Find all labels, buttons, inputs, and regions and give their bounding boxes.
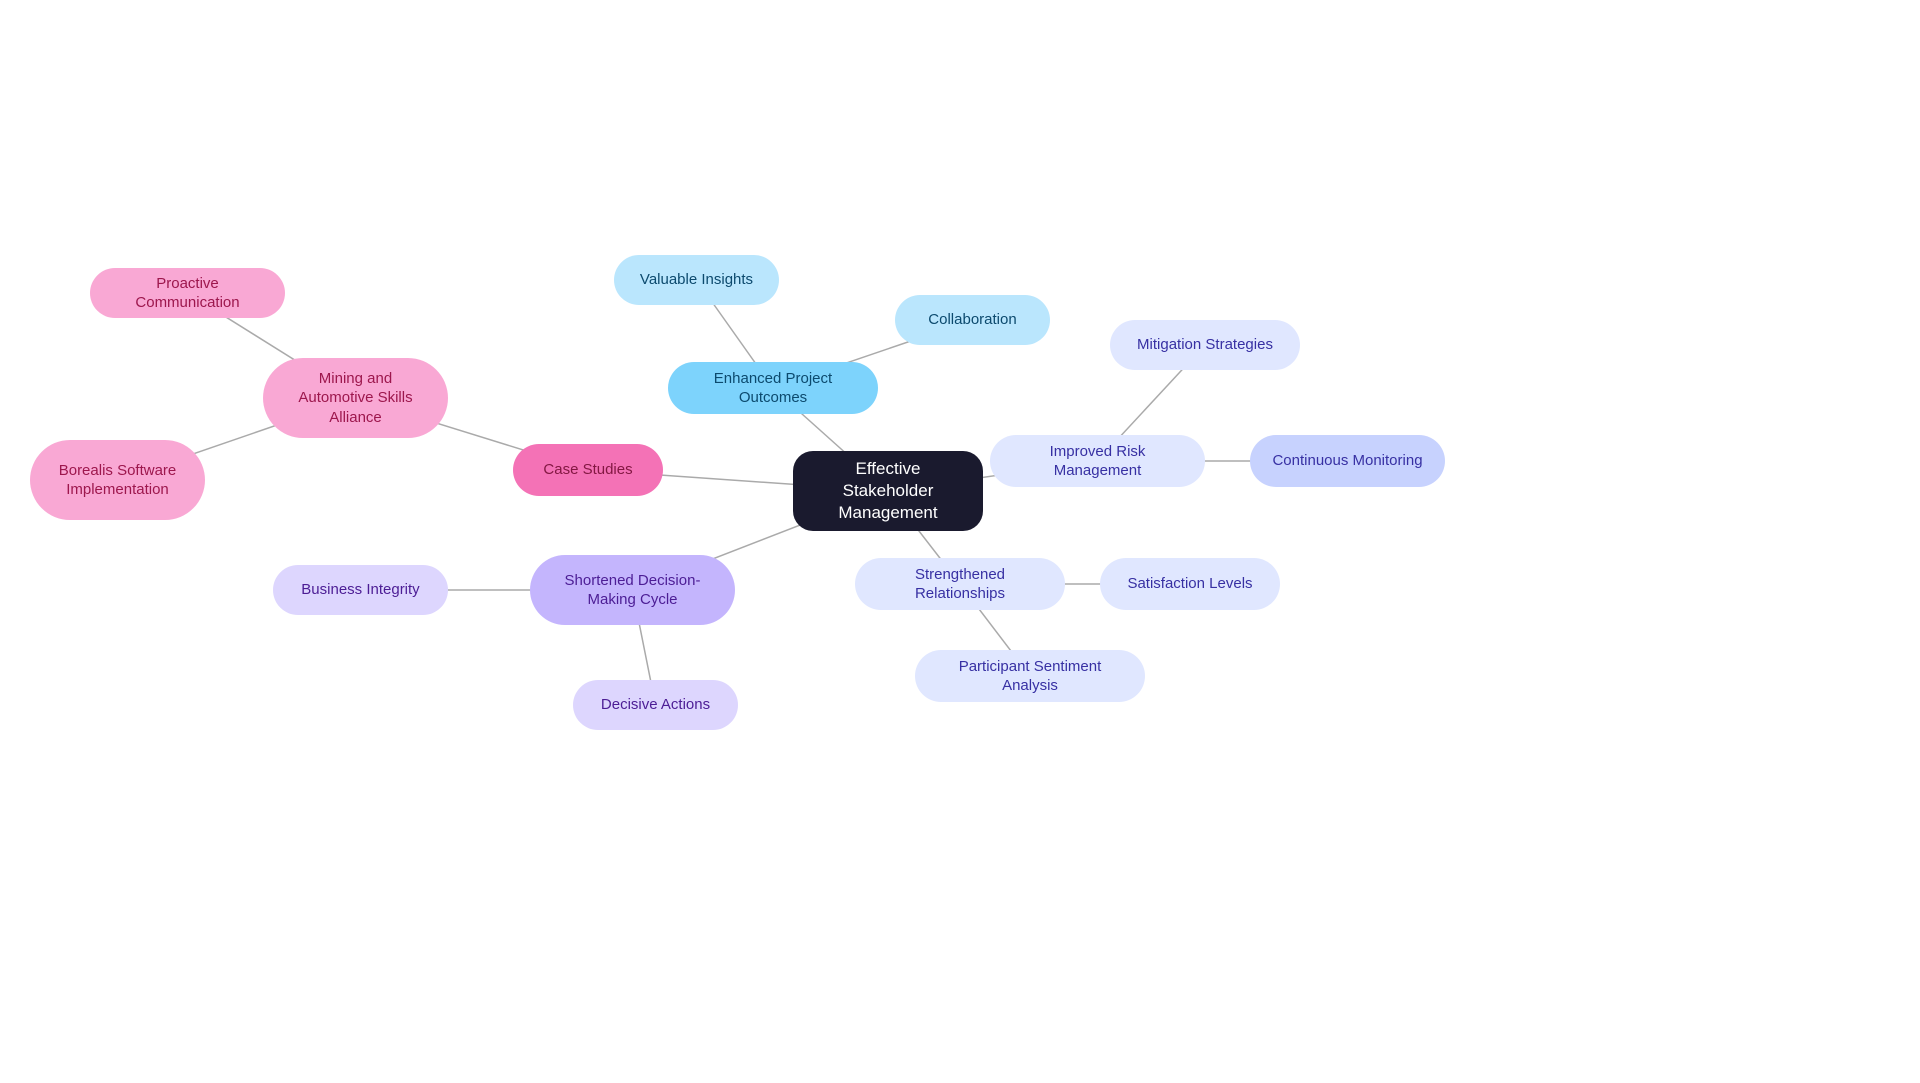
node-improved_risk: Improved Risk Management [990,435,1205,487]
node-participant: Participant Sentiment Analysis [915,650,1145,702]
node-valuable: Valuable Insights [614,255,779,305]
node-mining: Mining and Automotive Skills Alliance [263,358,448,438]
node-strengthened: Strengthened Relationships [855,558,1065,610]
node-center: Effective Stakeholder Management [793,451,983,531]
node-case_studies: Case Studies [513,444,663,496]
node-borealis: Borealis Software Implementation [30,440,205,520]
node-shortened: Shortened Decision-Making Cycle [530,555,735,625]
node-decisive: Decisive Actions [573,680,738,730]
node-enhanced: Enhanced Project Outcomes [668,362,878,414]
node-proactive: Proactive Communication [90,268,285,318]
node-satisfaction: Satisfaction Levels [1100,558,1280,610]
node-continuous: Continuous Monitoring [1250,435,1445,487]
node-mitigation: Mitigation Strategies [1110,320,1300,370]
node-business: Business Integrity [273,565,448,615]
mindmap-container: Effective Stakeholder Management Case Stu… [0,0,1920,1083]
node-collaboration: Collaboration [895,295,1050,345]
connections-svg [0,0,1920,1083]
